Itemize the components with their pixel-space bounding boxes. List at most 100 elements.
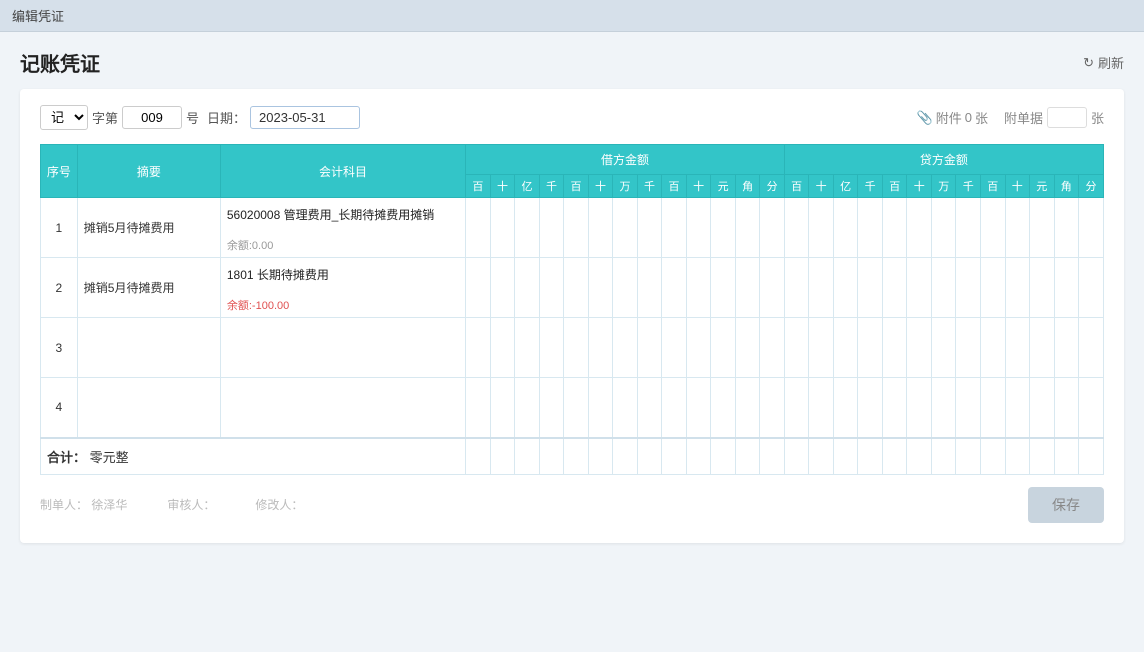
debit-digit-cell[interactable] bbox=[466, 378, 491, 438]
debit-digit-cell[interactable] bbox=[711, 258, 736, 318]
debit-digit-cell[interactable] bbox=[466, 258, 491, 318]
debit-digit-cell[interactable] bbox=[515, 258, 540, 318]
credit-digit-cell[interactable] bbox=[907, 198, 932, 258]
debit-digit-cell[interactable] bbox=[613, 198, 638, 258]
credit-digit-cell[interactable] bbox=[1079, 318, 1104, 378]
credit-digit-cell[interactable] bbox=[809, 378, 834, 438]
date-input[interactable] bbox=[250, 106, 360, 129]
credit-digit-cell[interactable] bbox=[858, 258, 883, 318]
credit-digit-cell[interactable] bbox=[1030, 258, 1055, 318]
debit-digit-cell[interactable] bbox=[662, 318, 687, 378]
debit-digit-cell[interactable] bbox=[760, 318, 785, 378]
debit-digit-cell[interactable] bbox=[588, 198, 613, 258]
credit-digit-cell[interactable] bbox=[981, 378, 1006, 438]
debit-digit-cell[interactable] bbox=[686, 198, 711, 258]
credit-digit-cell[interactable] bbox=[1079, 378, 1104, 438]
credit-digit-cell[interactable] bbox=[1054, 198, 1079, 258]
credit-digit-cell[interactable] bbox=[858, 378, 883, 438]
row-summary[interactable] bbox=[77, 318, 220, 378]
row-account[interactable] bbox=[220, 378, 465, 438]
credit-digit-cell[interactable] bbox=[1005, 258, 1030, 318]
credit-digit-cell[interactable] bbox=[809, 198, 834, 258]
debit-digit-cell[interactable] bbox=[613, 378, 638, 438]
credit-digit-cell[interactable] bbox=[907, 318, 932, 378]
debit-digit-cell[interactable] bbox=[490, 318, 515, 378]
debit-digit-cell[interactable] bbox=[613, 318, 638, 378]
debit-digit-cell[interactable] bbox=[637, 378, 662, 438]
debit-digit-cell[interactable] bbox=[637, 318, 662, 378]
credit-digit-cell[interactable] bbox=[931, 378, 956, 438]
row-account[interactable]: 56020008 管理费用_长期待摊费用摊销余额:0.00 bbox=[220, 198, 465, 258]
credit-digit-cell[interactable] bbox=[882, 318, 907, 378]
credit-digit-cell[interactable] bbox=[882, 198, 907, 258]
debit-digit-cell[interactable] bbox=[466, 198, 491, 258]
credit-digit-cell[interactable] bbox=[809, 318, 834, 378]
voucher-type-select[interactable]: 记 bbox=[40, 105, 88, 130]
debit-digit-cell[interactable] bbox=[711, 378, 736, 438]
debit-digit-cell[interactable] bbox=[490, 198, 515, 258]
credit-digit-cell[interactable] bbox=[1005, 318, 1030, 378]
debit-digit-cell[interactable] bbox=[760, 378, 785, 438]
debit-digit-cell[interactable] bbox=[735, 198, 760, 258]
credit-digit-cell[interactable] bbox=[931, 258, 956, 318]
debit-digit-cell[interactable] bbox=[760, 258, 785, 318]
credit-digit-cell[interactable] bbox=[1054, 318, 1079, 378]
sheets-input[interactable] bbox=[1047, 107, 1087, 128]
debit-digit-cell[interactable] bbox=[735, 258, 760, 318]
credit-digit-cell[interactable] bbox=[907, 378, 932, 438]
credit-digit-cell[interactable] bbox=[784, 318, 809, 378]
debit-digit-cell[interactable] bbox=[564, 378, 589, 438]
debit-digit-cell[interactable] bbox=[490, 258, 515, 318]
debit-digit-cell[interactable] bbox=[515, 318, 540, 378]
credit-digit-cell[interactable] bbox=[1005, 378, 1030, 438]
debit-digit-cell[interactable] bbox=[588, 318, 613, 378]
credit-digit-cell[interactable] bbox=[809, 258, 834, 318]
debit-digit-cell[interactable] bbox=[539, 198, 564, 258]
debit-digit-cell[interactable] bbox=[735, 378, 760, 438]
debit-digit-cell[interactable] bbox=[662, 258, 687, 318]
debit-digit-cell[interactable] bbox=[466, 318, 491, 378]
credit-digit-cell[interactable] bbox=[882, 258, 907, 318]
debit-digit-cell[interactable] bbox=[515, 198, 540, 258]
debit-digit-cell[interactable] bbox=[662, 378, 687, 438]
credit-digit-cell[interactable] bbox=[1005, 198, 1030, 258]
credit-digit-cell[interactable] bbox=[1030, 318, 1055, 378]
credit-digit-cell[interactable] bbox=[956, 378, 981, 438]
credit-digit-cell[interactable] bbox=[981, 258, 1006, 318]
credit-digit-cell[interactable] bbox=[956, 318, 981, 378]
credit-digit-cell[interactable] bbox=[1054, 258, 1079, 318]
debit-digit-cell[interactable] bbox=[760, 198, 785, 258]
credit-digit-cell[interactable] bbox=[1079, 258, 1104, 318]
row-summary[interactable]: 摊销5月待摊费用 bbox=[77, 258, 220, 318]
refresh-button[interactable]: ↻ 刷新 bbox=[1083, 53, 1124, 72]
voucher-number-input[interactable] bbox=[122, 106, 182, 129]
debit-digit-cell[interactable] bbox=[539, 378, 564, 438]
debit-digit-cell[interactable] bbox=[711, 198, 736, 258]
debit-digit-cell[interactable] bbox=[564, 198, 589, 258]
row-summary[interactable]: 摊销5月待摊费用 bbox=[77, 198, 220, 258]
credit-digit-cell[interactable] bbox=[956, 198, 981, 258]
debit-digit-cell[interactable] bbox=[515, 378, 540, 438]
debit-digit-cell[interactable] bbox=[613, 258, 638, 318]
credit-digit-cell[interactable] bbox=[833, 258, 858, 318]
credit-digit-cell[interactable] bbox=[858, 318, 883, 378]
debit-digit-cell[interactable] bbox=[539, 318, 564, 378]
credit-digit-cell[interactable] bbox=[882, 378, 907, 438]
debit-digit-cell[interactable] bbox=[588, 258, 613, 318]
debit-digit-cell[interactable] bbox=[490, 378, 515, 438]
debit-digit-cell[interactable] bbox=[662, 198, 687, 258]
debit-digit-cell[interactable] bbox=[686, 318, 711, 378]
credit-digit-cell[interactable] bbox=[833, 318, 858, 378]
debit-digit-cell[interactable] bbox=[564, 258, 589, 318]
credit-digit-cell[interactable] bbox=[1079, 198, 1104, 258]
credit-digit-cell[interactable] bbox=[833, 198, 858, 258]
credit-digit-cell[interactable] bbox=[784, 198, 809, 258]
debit-digit-cell[interactable] bbox=[539, 258, 564, 318]
credit-digit-cell[interactable] bbox=[1030, 198, 1055, 258]
debit-digit-cell[interactable] bbox=[637, 198, 662, 258]
debit-digit-cell[interactable] bbox=[564, 318, 589, 378]
attachment-link[interactable]: 📎 附件 0 张 bbox=[917, 108, 988, 127]
credit-digit-cell[interactable] bbox=[833, 378, 858, 438]
debit-digit-cell[interactable] bbox=[686, 378, 711, 438]
debit-digit-cell[interactable] bbox=[686, 258, 711, 318]
